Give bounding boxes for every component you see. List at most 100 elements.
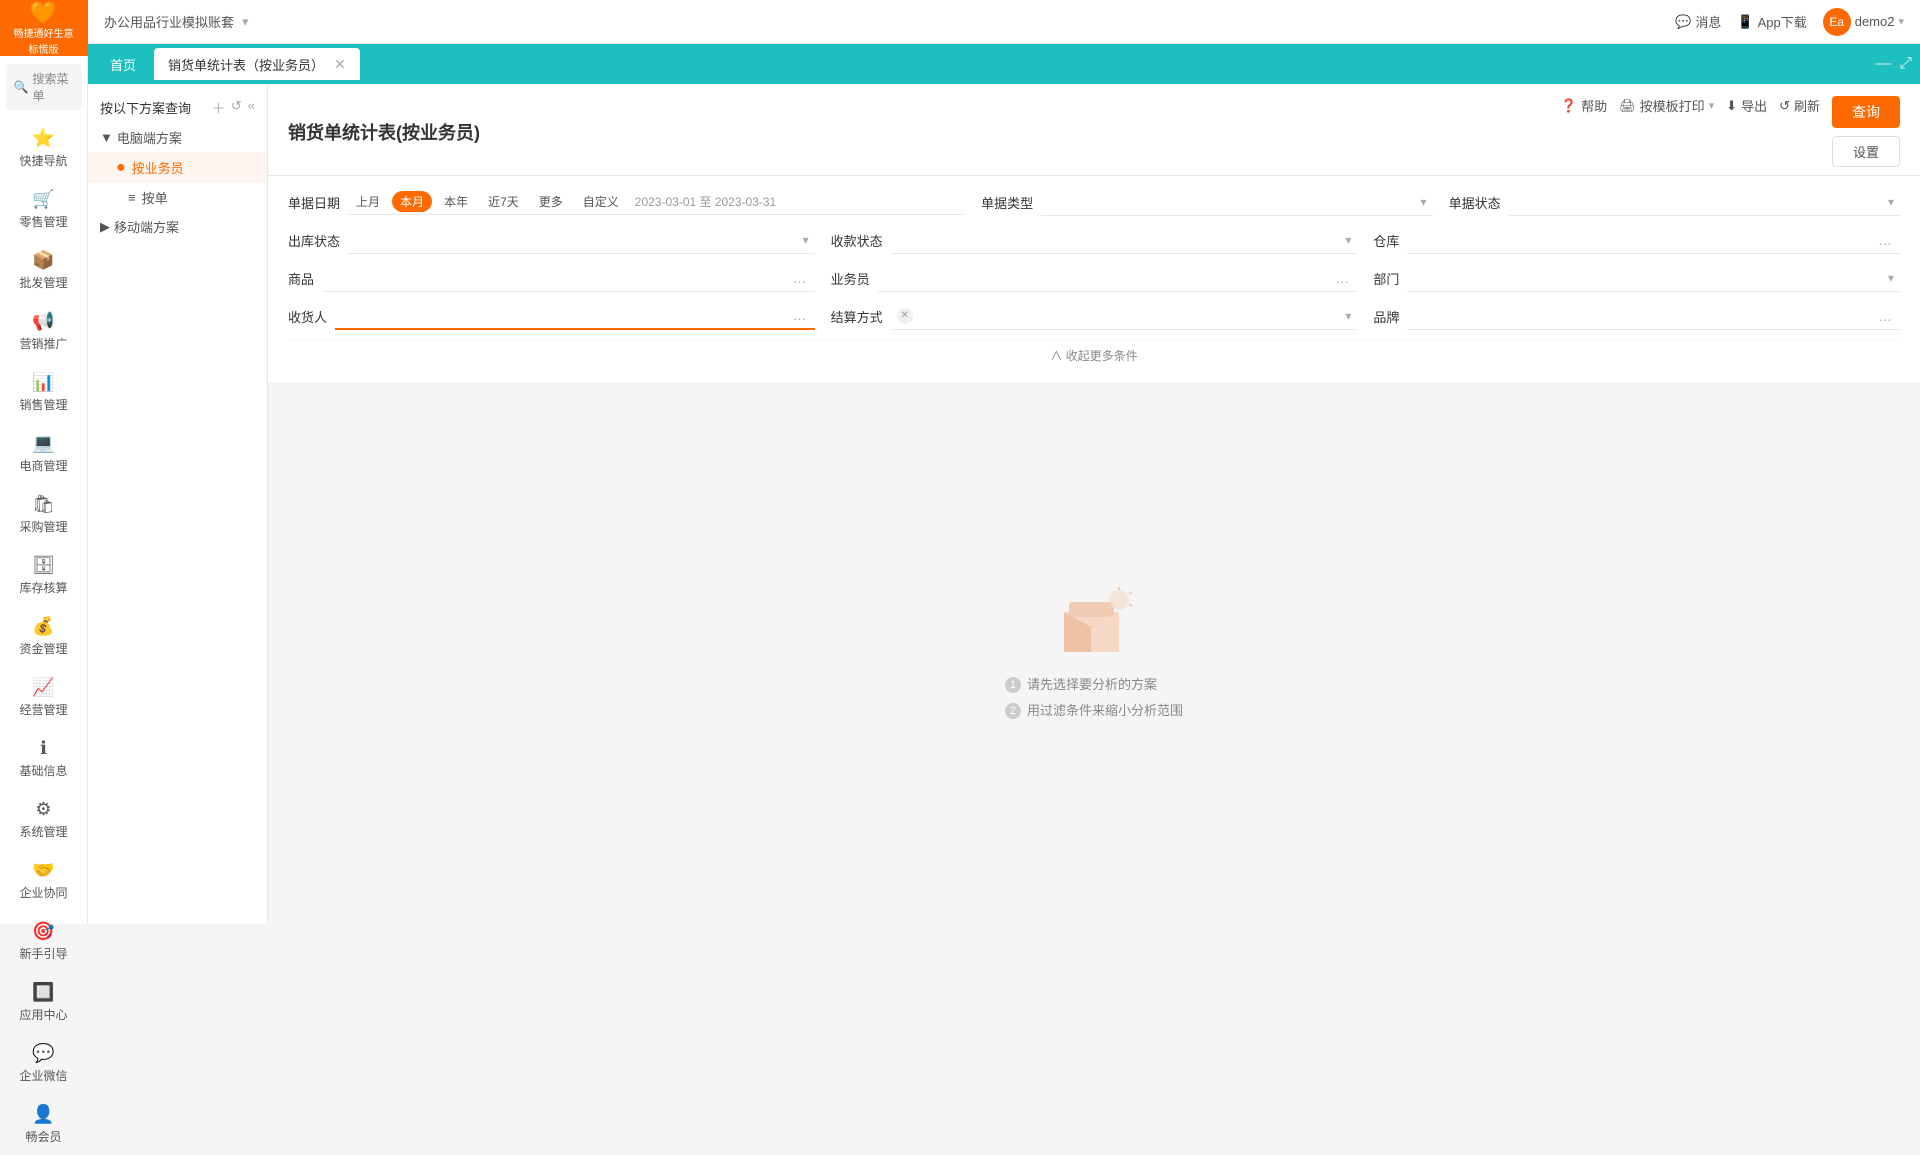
query-button[interactable]: 查询	[1832, 96, 1900, 128]
member-icon: 👤	[32, 1104, 54, 1125]
settlement-arrow: ▾	[1345, 309, 1351, 323]
maximize-icon[interactable]: ⤢	[1899, 55, 1912, 73]
sidebar-item-appstore[interactable]: 🔲 应用中心	[0, 972, 87, 1033]
ecommerce-icon: 💻	[32, 433, 54, 454]
sidebar-item-member[interactable]: 👤 畅会员	[0, 1094, 87, 1155]
newbie-label: 新手引导	[19, 945, 67, 962]
order-icon: ≡	[128, 190, 136, 205]
filter-row-4: 收货人 … 结算方式 ✕ ▾	[288, 302, 1900, 330]
app-download-item[interactable]: 📱 App下载	[1737, 12, 1806, 31]
help-icon: ❓	[1561, 98, 1577, 114]
tab-home[interactable]: 首页	[96, 48, 150, 80]
date-btn-custom[interactable]: 自定义	[575, 191, 627, 212]
app-name: 办公用品行业模拟账套	[104, 12, 234, 31]
salesperson-control[interactable]: …	[878, 264, 1358, 292]
sidebar-item-inventory[interactable]: 🗄 库存核算	[0, 545, 87, 606]
system-label: 系统管理	[19, 823, 67, 840]
content-body: 1 请先选择要分析的方案 2 用过滤条件来缩小分析范围	[268, 382, 1920, 924]
user-item[interactable]: Ea demo2 ▾	[1823, 8, 1904, 36]
wholesale-icon: 📦	[32, 250, 54, 271]
date-btn-7days[interactable]: 近7天	[480, 191, 527, 212]
receiver-label: 收货人	[288, 307, 327, 326]
wechat-icon: 💬	[32, 1043, 54, 1064]
doc-status-control[interactable]: ▾	[1509, 188, 1900, 216]
corp-label: 企业协同	[19, 884, 67, 901]
print-action[interactable]: 🖨 按模板打印 ▾	[1619, 96, 1714, 115]
export-action[interactable]: ⬇ 导出	[1726, 96, 1767, 115]
settlement-label: 结算方式	[831, 307, 883, 326]
filter-doc-status: 单据状态 ▾	[1449, 188, 1900, 216]
collapse-bar[interactable]: ∧ 收起更多条件	[288, 340, 1900, 370]
tab-sales-stat[interactable]: 销货单统计表（按业务员） ✕	[154, 48, 360, 80]
filter-area: 单据日期 上月 本月 本年 近7天 更多 自定义 2023-03-01 至 20…	[268, 176, 1920, 382]
sidebar-item-marketing[interactable]: 📢 营销推广	[0, 301, 87, 362]
date-range: 2023-03-01 至 2023-03-31	[635, 193, 776, 210]
collapse-panel-icon[interactable]: «	[248, 98, 255, 117]
sidebar-item-newbie[interactable]: 🎯 新手引导	[0, 911, 87, 972]
tree-group-mobile-header[interactable]: ▶ 移动端方案	[88, 212, 267, 241]
tree-item-by-order[interactable]: ≡ 按单	[88, 183, 267, 212]
brand-control[interactable]: …	[1407, 302, 1900, 330]
purchase-label: 采购管理	[19, 518, 67, 535]
sidebar-item-basic[interactable]: ℹ 基础信息	[0, 728, 87, 789]
tip-item-1: 1 请先选择要分析的方案	[1005, 672, 1183, 698]
refresh-scheme-icon[interactable]: ↺	[231, 98, 242, 117]
sidebar-item-purchase[interactable]: 🛍 采购管理	[0, 484, 87, 545]
date-btn-last-month[interactable]: 上月	[348, 191, 388, 212]
sidebar-item-retail[interactable]: 🛒 零售管理	[0, 179, 87, 240]
goods-control[interactable]: …	[322, 264, 815, 292]
panel-header-label: 按以下方案查询	[100, 98, 191, 117]
sidebar-item-wechat[interactable]: 💬 企业微信	[0, 1033, 87, 1094]
collection-status-control[interactable]: ▾	[891, 226, 1358, 254]
dept-control[interactable]: ▾	[1407, 264, 1900, 292]
sidebar-item-sales[interactable]: 📊 销售管理	[0, 362, 87, 423]
sidebar-item-operation[interactable]: 📈 经营管理	[0, 667, 87, 728]
filter-dept: 部门 ▾	[1373, 264, 1900, 292]
date-btn-current-month[interactable]: 本月	[392, 191, 432, 212]
warehouse-label: 仓库	[1373, 231, 1399, 250]
help-action[interactable]: ❓ 帮助	[1561, 96, 1607, 115]
receiver-control[interactable]: …	[335, 302, 815, 330]
filter-out-status: 出库状态 ▾	[288, 226, 815, 254]
refresh-icon: ↺	[1779, 98, 1790, 114]
page-header: 销货单统计表(按业务员) ❓ 帮助 🖨 按模板打印 ▾ ⬇	[268, 84, 1920, 176]
page-actions: ❓ 帮助 🖨 按模板打印 ▾ ⬇ 导出 ↺	[1561, 96, 1820, 115]
app-selector-chevron[interactable]: ▾	[242, 14, 249, 30]
brand-label: 品牌	[1373, 307, 1399, 326]
finance-label: 资金管理	[19, 640, 67, 657]
date-btn-current-year[interactable]: 本年	[436, 191, 476, 212]
sidebar-item-quick-nav[interactable]: ⭐ 快捷导航	[0, 118, 87, 179]
add-scheme-icon[interactable]: ＋	[212, 98, 225, 117]
tree-group-desktop-header[interactable]: ▼ 电脑端方案	[88, 123, 267, 152]
tree-item-by-salesperson[interactable]: ● 按业务员	[88, 152, 267, 183]
tab-close-icon[interactable]: ✕	[334, 56, 346, 73]
out-status-control[interactable]: ▾	[348, 226, 815, 254]
sidebar-item-system[interactable]: ⚙ 系统管理	[0, 789, 87, 850]
search-menu-item[interactable]: 🔍 搜索菜单	[6, 64, 82, 110]
minimize-icon[interactable]: —	[1875, 55, 1891, 73]
finance-icon: 💰	[32, 616, 54, 637]
date-btn-more[interactable]: 更多	[531, 191, 571, 212]
sidebar-item-corp[interactable]: 🤝 企业协同	[0, 850, 87, 911]
message-item[interactable]: 💬 消息	[1675, 12, 1721, 31]
settlement-clear[interactable]: ✕	[897, 308, 913, 324]
operation-label: 经营管理	[19, 701, 67, 718]
filter-row-1: 单据日期 上月 本月 本年 近7天 更多 自定义 2023-03-01 至 20…	[288, 188, 1900, 216]
sidebar-item-ecommerce[interactable]: 💻 电商管理	[0, 423, 87, 484]
marketing-label: 营销推广	[19, 335, 67, 352]
empty-illustration	[1044, 582, 1144, 662]
refresh-action[interactable]: ↺ 刷新	[1779, 96, 1820, 115]
help-label: 帮助	[1581, 96, 1607, 115]
tree-group-desktop: ▼ 电脑端方案 ● 按业务员 ≡ 按单	[88, 123, 267, 212]
quick-nav-label: 快捷导航	[19, 152, 67, 169]
settings-button[interactable]: 设置	[1832, 136, 1900, 167]
sidebar-item-wholesale[interactable]: 📦 批发管理	[0, 240, 87, 301]
warehouse-control[interactable]: …	[1407, 226, 1900, 254]
appstore-label: 应用中心	[19, 1006, 67, 1023]
sidebar-item-finance[interactable]: 💰 资金管理	[0, 606, 87, 667]
doc-type-control[interactable]: ▾	[1041, 188, 1432, 216]
settlement-control[interactable]: ✕ ▾	[891, 302, 1358, 330]
retail-label: 零售管理	[19, 213, 67, 230]
collapse-label: 收起更多条件	[1066, 349, 1138, 363]
doc-type-arrow: ▾	[1421, 195, 1427, 209]
